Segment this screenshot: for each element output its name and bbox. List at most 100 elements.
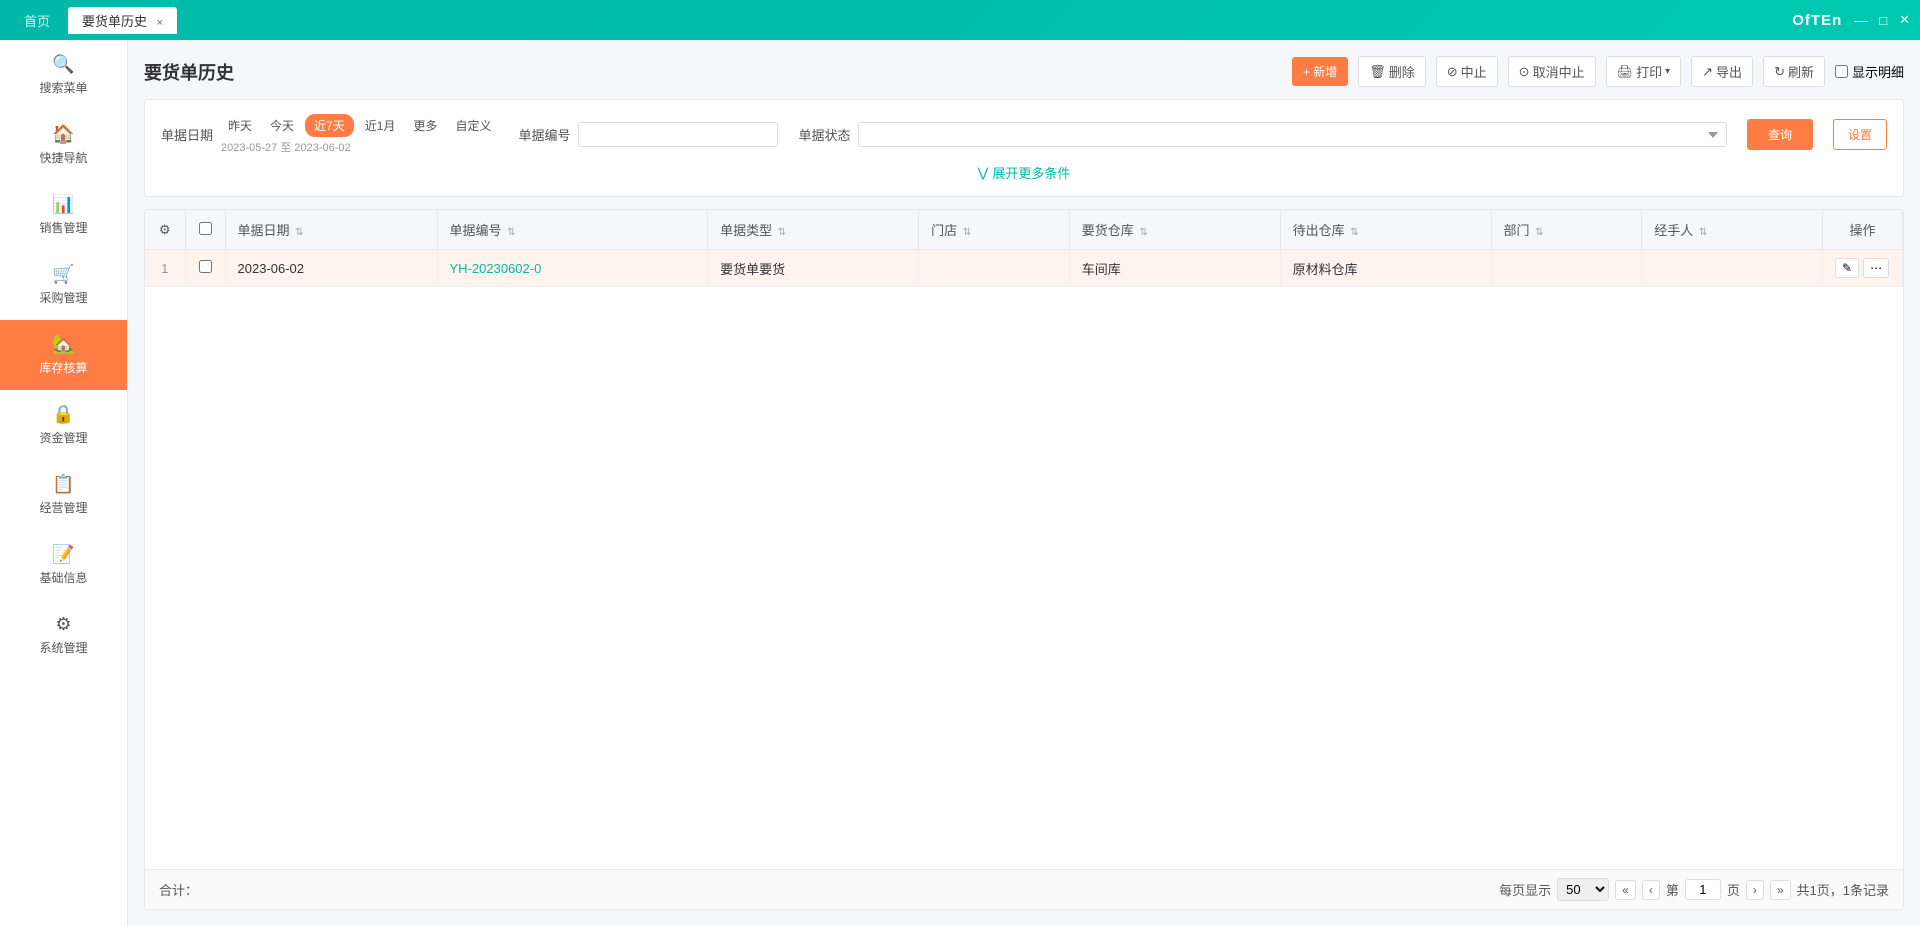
last-page-btn[interactable]: » bbox=[1770, 880, 1791, 900]
sidebar-item-label-purchase: 采购管理 bbox=[39, 289, 87, 306]
sidebar-item-label-system: 系统管理 bbox=[39, 639, 87, 656]
sort-doctype-icon: ⇅ bbox=[778, 227, 786, 238]
sort-req-wh-icon: ⇅ bbox=[1139, 227, 1147, 238]
date-btn-yesterday[interactable]: 昨天 bbox=[221, 114, 259, 137]
row-checkbox-cell[interactable] bbox=[185, 250, 225, 287]
col-pending-warehouse[interactable]: 待出仓库 ⇅ bbox=[1280, 210, 1491, 250]
col-store[interactable]: 门店 ⇅ bbox=[919, 210, 1070, 250]
system-icon: ⚙ bbox=[55, 614, 71, 635]
col-doc-no[interactable]: 单据编号 ⇅ bbox=[437, 210, 708, 250]
sidebar-item-quick-nav[interactable]: 🏠 快捷导航 bbox=[0, 110, 127, 180]
col-handler[interactable]: 经手人 ⇅ bbox=[1642, 210, 1823, 250]
active-tab[interactable]: 要货单历史 × bbox=[68, 7, 177, 34]
sort-pending-wh-icon: ⇅ bbox=[1350, 227, 1358, 238]
sidebar-item-search-menu[interactable]: 🔍 搜索菜单 bbox=[0, 40, 127, 110]
tab-close-icon[interactable]: × bbox=[157, 17, 163, 29]
sales-icon: 📊 bbox=[52, 194, 74, 215]
refresh-icon: ↻ bbox=[1774, 64, 1785, 80]
display-detail-toggle[interactable]: 显示明细 bbox=[1835, 62, 1904, 81]
doc-num-input[interactable] bbox=[578, 122, 778, 147]
pagination: 每页显示 50 100 200 « ‹ 第 页 › » 共1页，1条记录 bbox=[1499, 878, 1889, 901]
more-btn[interactable]: ⋯ bbox=[1863, 258, 1889, 278]
first-page-btn[interactable]: « bbox=[1615, 880, 1636, 900]
date-filter-label: 单据日期 bbox=[161, 125, 213, 144]
col-dept[interactable]: 部门 ⇅ bbox=[1491, 210, 1642, 250]
window-minimize-btn[interactable]: — bbox=[1854, 13, 1867, 28]
display-detail-checkbox[interactable] bbox=[1835, 65, 1848, 78]
filter-section: 单据日期 昨天 今天 近7天 近1月 更多 自定义 2023-05-27 至 2… bbox=[144, 99, 1904, 197]
sidebar-item-inventory[interactable]: 🏡 库存核算 bbox=[0, 320, 127, 390]
row-store bbox=[919, 250, 1070, 287]
edit-btn[interactable]: ✎ bbox=[1835, 258, 1859, 278]
col-doc-type[interactable]: 单据类型 ⇅ bbox=[708, 210, 919, 250]
delete-button[interactable]: 🗑 删除 bbox=[1358, 56, 1426, 87]
refresh-button[interactable]: ↻ 刷新 bbox=[1763, 56, 1825, 87]
topbar: 首页 要货单历史 × OfTEn — □ ✕ bbox=[0, 0, 1920, 40]
row-date: 2023-06-02 bbox=[225, 250, 437, 287]
quick-nav-icon: 🏠 bbox=[52, 124, 74, 145]
suspend-icon: ⊘ bbox=[1447, 64, 1458, 80]
new-button[interactable]: + 新增 bbox=[1292, 57, 1348, 86]
expand-more-btn[interactable]: ⋁ 展开更多条件 bbox=[161, 163, 1887, 182]
table-header-row: ⚙ 单据日期 ⇅ 单据编号 ⇅ 单据类型 ⇅ 门店 ⇅ 要货仓库 ⇅ 待出仓库 … bbox=[145, 210, 1903, 250]
settings-button[interactable]: 设置 bbox=[1833, 119, 1887, 150]
date-btn-custom[interactable]: 自定义 bbox=[448, 114, 498, 137]
page-title: 要货单历史 bbox=[144, 59, 234, 85]
active-tab-label: 要货单历史 bbox=[82, 14, 147, 29]
table-row: 1 2023-06-02 YH-20230602-0 要货单要货 车间库 原材料… bbox=[145, 250, 1903, 287]
home-tab[interactable]: 首页 bbox=[10, 7, 64, 34]
suspend-button[interactable]: ⊘ 中止 bbox=[1436, 56, 1498, 87]
page-header: 要货单历史 + 新增 🗑 删除 ⊘ 中止 ⊙ 取消中止 🖨 打印 bbox=[144, 56, 1904, 87]
col-settings[interactable]: ⚙ bbox=[145, 210, 185, 250]
page-label: 第 bbox=[1666, 880, 1679, 899]
print-button[interactable]: 🖨 打印 ▾ bbox=[1606, 56, 1682, 87]
status-select[interactable] bbox=[858, 122, 1726, 147]
export-button[interactable]: ↗ 导出 bbox=[1691, 56, 1753, 87]
prev-page-btn[interactable]: ‹ bbox=[1642, 880, 1660, 900]
sort-store-icon: ⇅ bbox=[963, 227, 971, 238]
col-req-warehouse[interactable]: 要货仓库 ⇅ bbox=[1069, 210, 1280, 250]
page-suffix: 页 bbox=[1727, 880, 1740, 899]
sidebar-item-operations[interactable]: 📋 经营管理 bbox=[0, 460, 127, 530]
table-wrapper: ⚙ 单据日期 ⇅ 单据编号 ⇅ 单据类型 ⇅ 门店 ⇅ 要货仓库 ⇅ 待出仓库 … bbox=[145, 210, 1903, 869]
window-close-btn[interactable]: ✕ bbox=[1899, 12, 1910, 28]
expand-more-icon: ⋁ bbox=[978, 165, 989, 181]
row-checkbox[interactable] bbox=[199, 260, 212, 273]
expand-more-label: 展开更多条件 bbox=[992, 163, 1070, 182]
cancel-suspend-icon: ⊙ bbox=[1519, 64, 1530, 80]
page-size-select[interactable]: 50 100 200 bbox=[1557, 878, 1609, 901]
select-all-checkbox[interactable] bbox=[199, 222, 212, 235]
sort-date-icon: ⇅ bbox=[295, 227, 303, 238]
row-dept bbox=[1491, 250, 1642, 287]
date-btn-1month[interactable]: 近1月 bbox=[358, 114, 403, 137]
sort-dept-icon: ⇅ bbox=[1535, 227, 1543, 238]
row-handler bbox=[1642, 250, 1823, 287]
query-button[interactable]: 查询 bbox=[1747, 119, 1813, 150]
delete-icon: 🗑 bbox=[1369, 64, 1386, 80]
date-range-display: 2023-05-27 至 2023-06-02 bbox=[221, 139, 498, 155]
date-btn-more[interactable]: 更多 bbox=[406, 114, 444, 137]
col-checkbox[interactable] bbox=[185, 210, 225, 250]
sidebar-item-basic-info[interactable]: 📝 基础信息 bbox=[0, 530, 127, 600]
next-page-btn[interactable]: › bbox=[1746, 880, 1764, 900]
total-label: 合计： bbox=[159, 880, 198, 899]
sidebar-item-label-quick-nav: 快捷导航 bbox=[39, 149, 87, 166]
sidebar-item-finance[interactable]: 🔒 资金管理 bbox=[0, 390, 127, 460]
sidebar-item-purchase[interactable]: 🛒 采购管理 bbox=[0, 250, 127, 320]
doc-no-link[interactable]: YH-20230602-0 bbox=[450, 261, 542, 276]
date-btn-today[interactable]: 今天 bbox=[263, 114, 301, 137]
row-doc-no[interactable]: YH-20230602-0 bbox=[437, 250, 708, 287]
filter-row: 单据日期 昨天 今天 近7天 近1月 更多 自定义 2023-05-27 至 2… bbox=[161, 114, 1887, 155]
date-btn-7days[interactable]: 近7天 bbox=[305, 114, 354, 137]
sidebar: 🔍 搜索菜单 🏠 快捷导航 📊 销售管理 🛒 采购管理 🏡 库存核算 🔒 资金管… bbox=[0, 40, 128, 926]
cancel-suspend-button[interactable]: ⊙ 取消中止 bbox=[1508, 56, 1596, 87]
sidebar-item-system[interactable]: ⚙ 系统管理 bbox=[0, 600, 127, 670]
sidebar-item-sales[interactable]: 📊 销售管理 bbox=[0, 180, 127, 250]
page-input[interactable] bbox=[1685, 879, 1721, 900]
basic-info-icon: 📝 bbox=[52, 544, 74, 565]
inventory-icon: 🏡 bbox=[52, 334, 74, 355]
main-layout: 🔍 搜索菜单 🏠 快捷导航 📊 销售管理 🛒 采购管理 🏡 库存核算 🔒 资金管… bbox=[0, 40, 1920, 926]
col-date[interactable]: 单据日期 ⇅ bbox=[225, 210, 437, 250]
purchase-icon: 🛒 bbox=[52, 264, 74, 285]
window-maximize-btn[interactable]: □ bbox=[1879, 13, 1887, 28]
